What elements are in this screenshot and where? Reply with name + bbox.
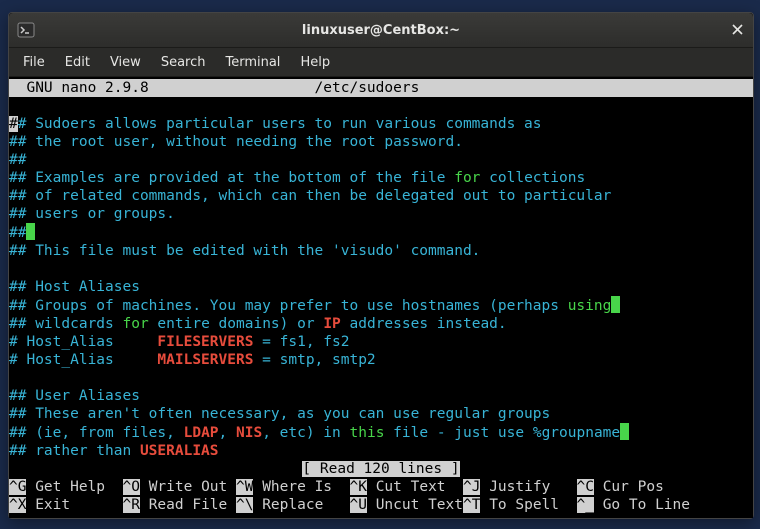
shortcut-key: ^_ xyxy=(577,497,594,513)
nano-header: GNU nano 2.9.8 /etc/sudoers xyxy=(9,79,753,97)
editor-line: ## the root user, without needing the ro… xyxy=(9,133,753,151)
shortcut-label: Where Is xyxy=(253,479,349,495)
shortcut-key: ^K xyxy=(350,479,367,495)
close-button[interactable] xyxy=(725,17,749,41)
editor-line: ## User Aliases xyxy=(9,387,753,405)
shortcut-label: Exit xyxy=(26,497,122,513)
editor-line: ## of related commands, which can then b… xyxy=(9,187,753,205)
shortcut-label: Cut Text xyxy=(367,479,463,495)
menu-view[interactable]: View xyxy=(100,51,151,74)
editor-line: ## rather than USERALIAS xyxy=(9,442,753,460)
editor-line: ## Sudoers allows particular users to ru… xyxy=(9,115,753,133)
shortcut-key: ^W xyxy=(236,479,253,495)
shortcut-key: ^G xyxy=(9,479,26,495)
editor-line xyxy=(9,260,753,278)
editor-line: # Host_Alias MAILSERVERS = smtp, smtp2 xyxy=(9,351,753,369)
shortcut-row: ^X Exit ^R Read File ^\ Replace ^U Uncut… xyxy=(9,496,753,514)
shortcut-label: Go To Line xyxy=(594,497,690,513)
editor-line: ## Host Aliases xyxy=(9,278,753,296)
editor-line: ## These aren't often necessary, as you … xyxy=(9,405,753,423)
editor-line: ## wildcards for entire domains) or IP a… xyxy=(9,315,753,333)
shortcut-label: Write Out xyxy=(140,479,236,495)
menubar: File Edit View Search Terminal Help xyxy=(9,48,753,77)
menu-search[interactable]: Search xyxy=(151,51,216,74)
shortcut-label: Uncut Text xyxy=(367,497,463,513)
status-row: [ Read 120 lines ] xyxy=(9,460,753,478)
editor-line xyxy=(9,369,753,387)
menu-edit[interactable]: Edit xyxy=(55,51,100,74)
shortcut-label: Cur Pos xyxy=(594,479,690,495)
editor-line: ## users or groups. xyxy=(9,205,753,223)
shortcut-key: ^J xyxy=(463,479,480,495)
menu-terminal[interactable]: Terminal xyxy=(215,51,290,74)
editor-line: ## Groups of machines. You may prefer to… xyxy=(9,296,753,315)
close-icon xyxy=(732,24,743,35)
shortcut-key: ^U xyxy=(350,497,367,513)
status-message: [ Read 120 lines ] xyxy=(302,461,459,477)
shortcut-label: Justify xyxy=(480,479,576,495)
editor-line: ## This file must be edited with the 'vi… xyxy=(9,242,753,260)
terminal-content[interactable]: GNU nano 2.9.8 /etc/sudoers ## Sudoers a… xyxy=(9,77,753,518)
menu-help[interactable]: Help xyxy=(290,51,340,74)
titlebar: linuxuser@CentBox:~ xyxy=(9,13,753,48)
shortcut-label: Read File xyxy=(140,497,236,513)
shortcut-label: Get Help xyxy=(26,479,122,495)
shortcut-label: To Spell xyxy=(480,497,576,513)
editor-body: ## Sudoers allows particular users to ru… xyxy=(9,115,753,460)
editor-line: ## Examples are provided at the bottom o… xyxy=(9,169,753,187)
shortcut-row: ^G Get Help ^O Write Out ^W Where Is ^K … xyxy=(9,478,753,496)
shortcut-key: ^R xyxy=(123,497,140,513)
editor-line: ## xyxy=(9,223,753,242)
menu-file[interactable]: File xyxy=(13,51,55,74)
shortcut-label: Replace xyxy=(253,497,349,513)
editor-line: # Host_Alias FILESERVERS = fs1, fs2 xyxy=(9,333,753,351)
editor-line: ## (ie, from files, LDAP, NIS, etc) in t… xyxy=(9,423,753,442)
terminal-window: linuxuser@CentBox:~ File Edit View Searc… xyxy=(8,12,754,519)
shortcut-key: ^T xyxy=(463,497,480,513)
shortcut-key: ^\ xyxy=(236,497,253,513)
shortcut-key: ^O xyxy=(123,479,140,495)
terminal-icon xyxy=(17,21,35,39)
window-title: linuxuser@CentBox:~ xyxy=(302,23,460,38)
shortcut-key: ^X xyxy=(9,497,26,513)
editor-line: ## xyxy=(9,151,753,169)
shortcut-key: ^C xyxy=(577,479,594,495)
shortcuts-help: ^G Get Help ^O Write Out ^W Where Is ^K … xyxy=(9,478,753,514)
